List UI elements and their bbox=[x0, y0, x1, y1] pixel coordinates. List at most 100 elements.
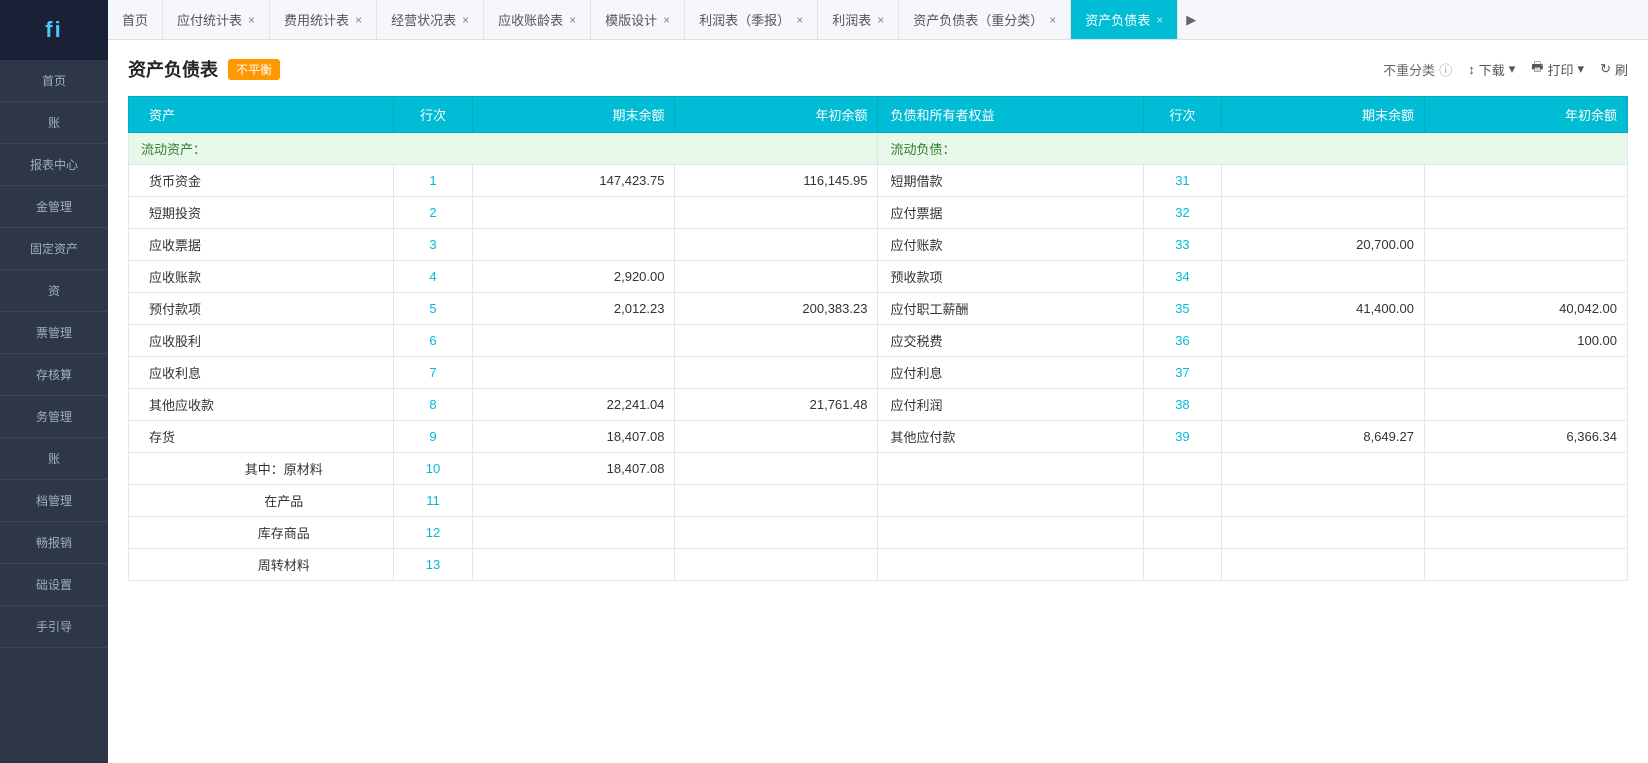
tab-home[interactable]: 首页 bbox=[108, 0, 163, 40]
table-row: 应收票据 3 应付账款 33 20,700.00 bbox=[129, 229, 1628, 261]
sidebar-item-capital[interactable]: 资 bbox=[0, 270, 108, 312]
asset-rownum: 2 bbox=[394, 197, 472, 229]
sidebar-item-guide[interactable]: 手引导 bbox=[0, 606, 108, 648]
sidebar-item-fund-mgmt[interactable]: 金管理 bbox=[0, 186, 108, 228]
liability-end-balance bbox=[1221, 485, 1424, 517]
header-actions: 不重分类 ⓘ ↕ 下载 ▾ 🖶 打印 ▾ ↻ 刷 bbox=[1383, 58, 1628, 80]
tab-balance-sheet[interactable]: 资产负债表 × bbox=[1071, 0, 1178, 40]
asset-rownum: 3 bbox=[394, 229, 472, 261]
asset-name[interactable]: 其中：原材料 bbox=[129, 453, 394, 485]
tab-receivable-aging[interactable]: 应收账龄表 × bbox=[484, 0, 591, 40]
sidebar-item-fixed-assets[interactable]: 固定资产 bbox=[0, 228, 108, 270]
sidebar-item-home[interactable]: 首页 bbox=[0, 60, 108, 102]
liability-name[interactable]: 其他应付款 bbox=[878, 421, 1143, 453]
liability-name[interactable] bbox=[878, 485, 1143, 517]
liability-rownum: 31 bbox=[1143, 165, 1221, 197]
refresh-button[interactable]: ↻ 刷 bbox=[1600, 60, 1628, 79]
table-row: 库存商品 12 bbox=[129, 517, 1628, 549]
asset-name[interactable]: 在产品 bbox=[129, 485, 394, 517]
table-row: 其他应收款 8 22,241.04 21,761.48 应付利润 38 bbox=[129, 389, 1628, 421]
download-button[interactable]: ↕ 下载 ▾ bbox=[1468, 60, 1515, 79]
liability-name[interactable]: 应付账款 bbox=[878, 229, 1143, 261]
tab-template-design[interactable]: 模版设计 × bbox=[591, 0, 685, 40]
sidebar-item-task-mgmt[interactable]: 务管理 bbox=[0, 396, 108, 438]
sidebar: fi 首页 账 报表中心 金管理 固定资产 资 票管理 存核算 务管理 账 档管… bbox=[0, 0, 108, 763]
liability-name[interactable]: 应付利润 bbox=[878, 389, 1143, 421]
sidebar-item-invoice-mgmt[interactable]: 票管理 bbox=[0, 312, 108, 354]
sidebar-item-account[interactable]: 账 bbox=[0, 102, 108, 144]
asset-end-balance: 18,407.08 bbox=[472, 421, 675, 453]
tab-profit[interactable]: 利润表 × bbox=[818, 0, 899, 40]
tab-operation-status[interactable]: 经营状况表 × bbox=[377, 0, 484, 40]
close-tab-expense-stats[interactable]: × bbox=[355, 13, 362, 27]
page-title-area: 资产负债表 不平衡 bbox=[128, 56, 280, 82]
sidebar-item-expense[interactable]: 畅报销 bbox=[0, 522, 108, 564]
col-header-start-bal-right: 年初余额 bbox=[1424, 97, 1627, 133]
liability-name[interactable] bbox=[878, 549, 1143, 581]
liability-name[interactable]: 短期借款 bbox=[878, 165, 1143, 197]
liability-end-balance: 8,649.27 bbox=[1221, 421, 1424, 453]
liability-end-balance bbox=[1221, 261, 1424, 293]
liability-rownum: 38 bbox=[1143, 389, 1221, 421]
close-tab-balance-reclassified[interactable]: × bbox=[1049, 13, 1056, 27]
liability-name[interactable] bbox=[878, 517, 1143, 549]
liability-end-balance: 41,400.00 bbox=[1221, 293, 1424, 325]
liability-start-balance: 40,042.00 bbox=[1424, 293, 1627, 325]
liability-name[interactable]: 应付利息 bbox=[878, 357, 1143, 389]
liability-name[interactable]: 预收款项 bbox=[878, 261, 1143, 293]
asset-end-balance bbox=[472, 549, 675, 581]
table-row: 存货 9 18,407.08 其他应付款 39 8,649.27 6,366.3… bbox=[129, 421, 1628, 453]
tab-expense-stats[interactable]: 费用统计表 × bbox=[270, 0, 377, 40]
liability-rownum: 36 bbox=[1143, 325, 1221, 357]
liability-name[interactable]: 应付票据 bbox=[878, 197, 1143, 229]
sidebar-item-ledger[interactable]: 账 bbox=[0, 438, 108, 480]
close-tab-profit[interactable]: × bbox=[877, 13, 884, 27]
liability-rownum bbox=[1143, 485, 1221, 517]
table-row: 应收账款 4 2,920.00 预收款项 34 bbox=[129, 261, 1628, 293]
close-tab-balance-sheet[interactable]: × bbox=[1156, 13, 1163, 27]
sidebar-item-settings[interactable]: 础设置 bbox=[0, 564, 108, 606]
asset-name[interactable]: 应收股利 bbox=[129, 325, 394, 357]
asset-name[interactable]: 库存商品 bbox=[129, 517, 394, 549]
asset-end-balance: 22,241.04 bbox=[472, 389, 675, 421]
liability-name[interactable]: 应付职工薪酬 bbox=[878, 293, 1143, 325]
asset-rownum: 9 bbox=[394, 421, 472, 453]
close-tab-profit-quarterly[interactable]: × bbox=[796, 13, 803, 27]
sidebar-item-inventory[interactable]: 存核算 bbox=[0, 354, 108, 396]
asset-name[interactable]: 短期投资 bbox=[129, 197, 394, 229]
asset-name[interactable]: 应收账款 bbox=[129, 261, 394, 293]
close-tab-receivable-aging[interactable]: × bbox=[569, 13, 576, 27]
tab-scroll-right[interactable]: ▶ bbox=[1178, 0, 1204, 40]
sidebar-item-file-mgmt[interactable]: 档管理 bbox=[0, 480, 108, 522]
table-row: 预付款项 5 2,012.23 200,383.23 应付职工薪酬 35 41,… bbox=[129, 293, 1628, 325]
table-row: 应收股利 6 应交税费 36 100.00 bbox=[129, 325, 1628, 357]
tab-profit-quarterly[interactable]: 利润表（季报） × bbox=[685, 0, 818, 40]
close-tab-payable-stats[interactable]: × bbox=[248, 13, 255, 27]
asset-end-balance bbox=[472, 325, 675, 357]
asset-name[interactable]: 预付款项 bbox=[129, 293, 394, 325]
liability-name[interactable]: 应交税费 bbox=[878, 325, 1143, 357]
asset-start-balance bbox=[675, 261, 878, 293]
asset-start-balance: 116,145.95 bbox=[675, 165, 878, 197]
tab-payable-stats[interactable]: 应付统计表 × bbox=[163, 0, 270, 40]
help-icon[interactable]: ⓘ bbox=[1439, 60, 1452, 79]
close-tab-template-design[interactable]: × bbox=[663, 13, 670, 27]
col-header-end-bal-right: 期末余额 bbox=[1221, 97, 1424, 133]
asset-name[interactable]: 应收票据 bbox=[129, 229, 394, 261]
asset-name[interactable]: 货币资金 bbox=[129, 165, 394, 197]
section-label-right: 流动负债： bbox=[878, 133, 1628, 165]
asset-start-balance bbox=[675, 421, 878, 453]
liability-end-balance bbox=[1221, 325, 1424, 357]
liability-start-balance: 6,366.34 bbox=[1424, 421, 1627, 453]
tab-balance-reclassified[interactable]: 资产负债表（重分类） × bbox=[899, 0, 1071, 40]
asset-name[interactable]: 存货 bbox=[129, 421, 394, 453]
col-header-asset: 资产 bbox=[129, 97, 394, 133]
col-header-rownum-left: 行次 bbox=[394, 97, 472, 133]
asset-name[interactable]: 应收利息 bbox=[129, 357, 394, 389]
print-button[interactable]: 🖶 打印 ▾ bbox=[1531, 58, 1584, 80]
liability-name[interactable] bbox=[878, 453, 1143, 485]
sidebar-item-report-center[interactable]: 报表中心 bbox=[0, 144, 108, 186]
asset-name[interactable]: 周转材料 bbox=[129, 549, 394, 581]
close-tab-operation-status[interactable]: × bbox=[462, 13, 469, 27]
asset-name[interactable]: 其他应收款 bbox=[129, 389, 394, 421]
